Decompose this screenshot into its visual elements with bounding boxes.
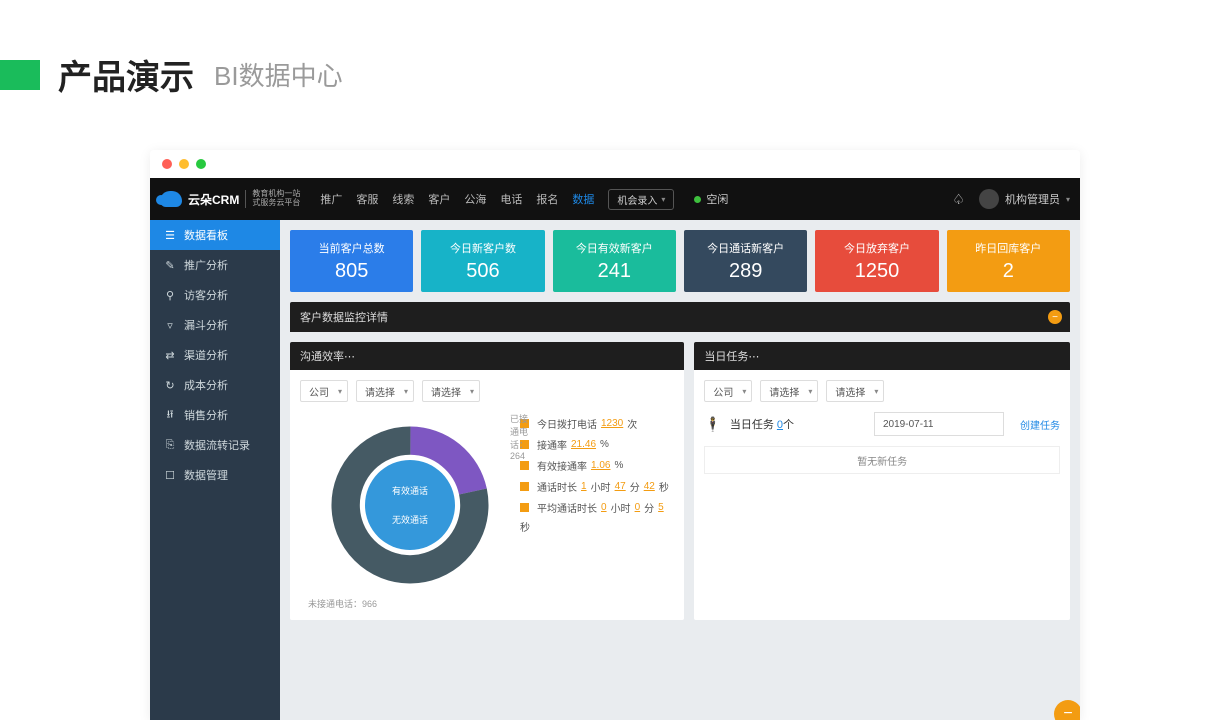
stat-valid-new[interactable]: 今日有效新客户241 xyxy=(553,230,676,292)
stat-total-customers[interactable]: 当前客户总数805 xyxy=(290,230,413,292)
page-subtitle: BI数据中心 xyxy=(214,56,343,93)
tasks-card: 当日任务 ⋯ 公司 请选择 请选择 🕴 当日任务 0个 xyxy=(694,342,1070,620)
square-icon xyxy=(520,503,529,512)
edit-icon: ✎ xyxy=(164,259,176,272)
sidebar: ☰数据看板 ✎推广分析 ⚲访客分析 ▿漏斗分析 ⇄渠道分析 ↻成本分析 ⭿销售分… xyxy=(150,220,280,720)
chart-icon: ⭿ xyxy=(164,406,176,425)
comm-card-header: 沟通效率 ⋯ xyxy=(290,342,684,370)
fab-button[interactable]: − xyxy=(1054,700,1080,720)
nav-promo[interactable]: 推广 xyxy=(320,191,342,207)
maximize-icon[interactable] xyxy=(196,159,206,169)
app-window: 云朵CRM 教育机构一站 式服务云平台 推广 客服 线索 客户 公海 电话 报名… xyxy=(150,150,1080,720)
opportunity-entry-button[interactable]: 机会录入 ▾ xyxy=(608,189,674,210)
close-icon[interactable] xyxy=(162,159,172,169)
chevron-down-icon: ▾ xyxy=(1066,195,1070,204)
logo-subtitle: 教育机构一站 式服务云平台 xyxy=(245,190,300,208)
task-summary-row: 🕴 当日任务 0个 创建任务 xyxy=(704,412,1060,436)
more-icon[interactable]: ⋯ xyxy=(748,350,759,363)
copy-icon: ⎘ xyxy=(164,439,176,452)
donut-chart: 有效通话 无效通话 已接通电话：264 未接通电话：966 xyxy=(300,410,520,610)
sidebar-item-channel[interactable]: ⇄渠道分析 xyxy=(150,340,280,370)
channel-icon: ⇄ xyxy=(164,349,176,362)
dashboard-icon: ☰ xyxy=(164,229,176,242)
comm-card-body: 公司 请选择 请选择 xyxy=(290,370,684,620)
select-2[interactable]: 请选择 xyxy=(356,380,414,402)
stat-call-new[interactable]: 今日通话新客户289 xyxy=(684,230,807,292)
chart-area: 有效通话 无效通话 已接通电话：264 未接通电话：966 今日拨打电话 123… xyxy=(300,410,674,610)
status-dot-icon xyxy=(694,196,701,203)
avatar xyxy=(979,189,999,209)
legend-row: 有效接通率 1.06 % xyxy=(520,458,674,473)
logo: 云朵CRM 教育机构一站 式服务云平台 xyxy=(160,190,300,208)
comm-efficiency-card: 沟通效率 ⋯ 公司 请选择 请选择 xyxy=(290,342,684,620)
nav-data[interactable]: 数据 xyxy=(572,191,594,207)
sidebar-item-manage[interactable]: ☐数据管理 xyxy=(150,460,280,490)
sidebar-item-flow[interactable]: ⎘数据流转记录 xyxy=(150,430,280,460)
square-icon xyxy=(520,461,529,470)
stat-cards: 当前客户总数805 今日新客户数506 今日有效新客户241 今日通话新客户28… xyxy=(290,230,1070,292)
donut-center: 有效通话 无效通话 xyxy=(365,460,455,550)
sidebar-item-sales[interactable]: ⭿销售分析 xyxy=(150,400,280,430)
nav-items: 推广 客服 线索 客户 公海 电话 报名 数据 xyxy=(320,191,594,207)
sidebar-item-promo[interactable]: ✎推广分析 xyxy=(150,250,280,280)
stat-returned[interactable]: 昨日回库客户2 xyxy=(947,230,1070,292)
window-controls xyxy=(150,150,1080,178)
sidebar-item-cost[interactable]: ↻成本分析 xyxy=(150,370,280,400)
more-icon[interactable]: ⋯ xyxy=(344,350,355,363)
cloud-icon xyxy=(160,191,182,207)
select-3[interactable]: 请选择 xyxy=(826,380,884,402)
company-select[interactable]: 公司 xyxy=(704,380,752,402)
person-icon: 🕴 xyxy=(704,416,721,433)
comm-filters: 公司 请选择 请选择 xyxy=(300,380,674,402)
refresh-icon: ↻ xyxy=(164,379,176,392)
nav-phone[interactable]: 电话 xyxy=(500,191,522,207)
create-task-link[interactable]: 创建任务 xyxy=(1020,417,1060,432)
minimize-icon[interactable] xyxy=(179,159,189,169)
collapse-icon[interactable]: − xyxy=(1048,310,1062,324)
tasks-card-body: 公司 请选择 请选择 🕴 当日任务 0个 创建任务 暂无新任务 xyxy=(694,370,1070,484)
main-content: 当前客户总数805 今日新客户数506 今日有效新客户241 今日通话新客户28… xyxy=(280,220,1080,720)
nav-leads[interactable]: 线索 xyxy=(392,191,414,207)
user-menu[interactable]: 机构管理员 ▾ xyxy=(979,189,1070,209)
task-count-label: 当日任务 0个 xyxy=(730,416,794,432)
square-icon xyxy=(520,482,529,491)
user-icon: ⚲ xyxy=(164,289,176,302)
sidebar-item-dashboard[interactable]: ☰数据看板 xyxy=(150,220,280,250)
box-icon: ☐ xyxy=(164,469,176,482)
company-select[interactable]: 公司 xyxy=(300,380,348,402)
page-header: 产品演示 BI数据中心 xyxy=(0,0,1210,129)
accent-bar xyxy=(0,60,40,90)
sidebar-item-funnel[interactable]: ▿漏斗分析 xyxy=(150,310,280,340)
funnel-icon: ▿ xyxy=(164,319,176,332)
nav-signup[interactable]: 报名 xyxy=(536,191,558,207)
task-filters: 公司 请选择 请选择 xyxy=(704,380,1060,402)
legend-row: 通话时长 1 小时 47 分 42 秒 xyxy=(520,479,674,494)
app-body: ☰数据看板 ✎推广分析 ⚲访客分析 ▿漏斗分析 ⇄渠道分析 ↻成本分析 ⭿销售分… xyxy=(150,220,1080,720)
two-column: 沟通效率 ⋯ 公司 请选择 请选择 xyxy=(290,342,1070,620)
bell-icon[interactable]: ♤ xyxy=(952,191,965,208)
logo-text: 云朵CRM xyxy=(188,191,239,208)
date-input[interactable] xyxy=(874,412,1004,436)
stat-new-customers[interactable]: 今日新客户数506 xyxy=(421,230,544,292)
tasks-card-header: 当日任务 ⋯ xyxy=(694,342,1070,370)
stat-abandoned[interactable]: 今日放弃客户1250 xyxy=(815,230,938,292)
legend-row: 平均通话时长 0 小时 0 分 5 秒 xyxy=(520,500,674,534)
page-title: 产品演示 xyxy=(58,50,194,99)
monitor-panel-header: 客户数据监控详情 − xyxy=(290,302,1070,332)
nav-service[interactable]: 客服 xyxy=(356,191,378,207)
status-indicator: 空闲 xyxy=(694,191,728,207)
chevron-down-icon: ▾ xyxy=(661,195,665,204)
select-3[interactable]: 请选择 xyxy=(422,380,480,402)
select-2[interactable]: 请选择 xyxy=(760,380,818,402)
legend-row: 今日拨打电话 1230 次 xyxy=(520,416,674,431)
nav-customers[interactable]: 客户 xyxy=(428,191,450,207)
missed-label: 未接通电话：966 xyxy=(308,597,377,610)
empty-tasks: 暂无新任务 xyxy=(704,446,1060,474)
legend: 今日拨打电话 1230 次 接通率 21.46 % 有效接通率 1.06 % 通… xyxy=(520,410,674,610)
legend-row: 接通率 21.46 % xyxy=(520,437,674,452)
top-nav: 云朵CRM 教育机构一站 式服务云平台 推广 客服 线索 客户 公海 电话 报名… xyxy=(150,178,1080,220)
nav-sea[interactable]: 公海 xyxy=(464,191,486,207)
sidebar-item-visitor[interactable]: ⚲访客分析 xyxy=(150,280,280,310)
connected-label: 已接通电话：264 xyxy=(510,412,528,461)
